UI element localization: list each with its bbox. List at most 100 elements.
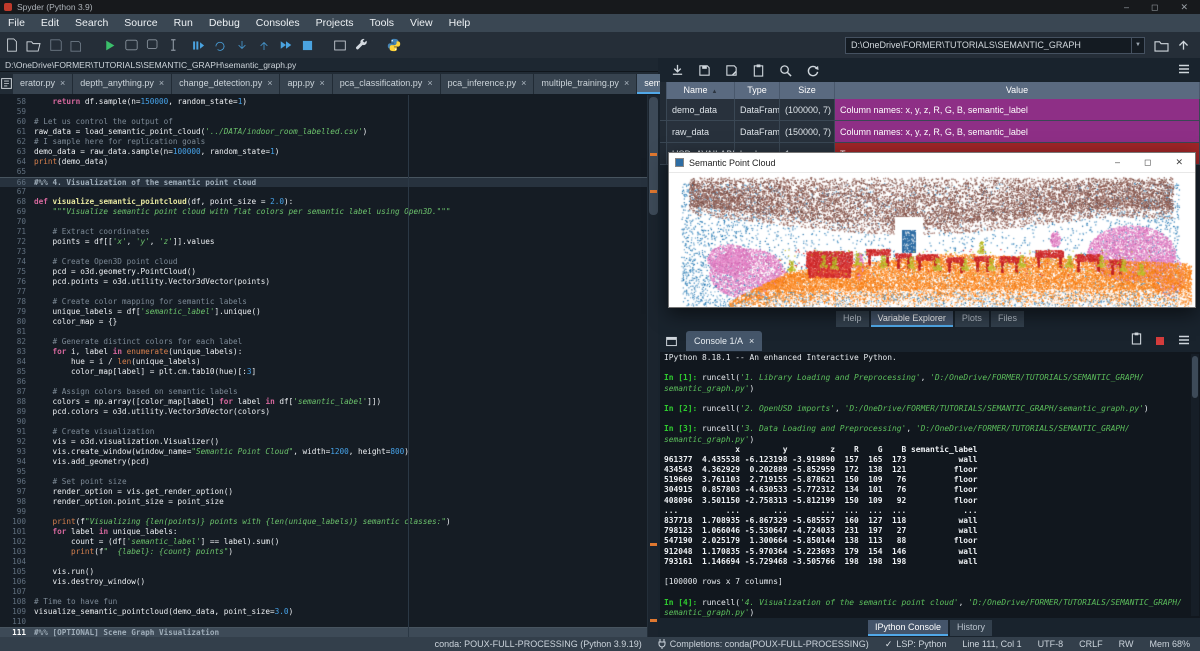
close-button[interactable]: ✕ — [1180, 0, 1188, 14]
save-icon[interactable] — [695, 61, 713, 79]
new-window-icon[interactable] — [660, 330, 682, 352]
tab-history[interactable]: History — [950, 619, 993, 636]
maximize-button[interactable]: ◻ — [1151, 0, 1158, 14]
clipboard-icon[interactable] — [749, 61, 767, 79]
table-row[interactable]: demo_dataDataFrame(100000, 7)Column name… — [660, 99, 1200, 121]
menu-edit[interactable]: Edit — [33, 14, 67, 32]
step-into-button[interactable] — [231, 35, 252, 56]
python-env-button[interactable] — [383, 35, 404, 56]
console-options-menu-icon[interactable] — [1178, 332, 1190, 350]
menu-projects[interactable]: Projects — [308, 14, 362, 32]
working-directory-combo[interactable]: ▼ — [845, 36, 1145, 54]
console-tab-close-icon[interactable]: × — [749, 336, 754, 346]
code-text: render_option = vis.get_render_option() — [34, 487, 234, 496]
menu-source[interactable]: Source — [116, 14, 165, 32]
editor-scrollbar[interactable] — [647, 95, 658, 637]
tab-help[interactable]: Help — [836, 311, 869, 327]
interrupt-kernel-button[interactable] — [1156, 337, 1164, 345]
run-button[interactable] — [99, 35, 120, 56]
tab-close-icon[interactable]: × — [320, 78, 325, 88]
tab-multiple_training.py[interactable]: multiple_training.py × — [534, 74, 637, 94]
code-line: 63 demo_data = raw_data.sample(n=100000, … — [0, 147, 658, 157]
column-header-size[interactable]: Size — [780, 82, 835, 99]
save-all-button[interactable] — [67, 35, 88, 56]
minimize-button[interactable]: – — [1124, 0, 1129, 14]
line-number: 101 — [12, 527, 26, 536]
menu-tools[interactable]: Tools — [362, 14, 403, 32]
menu-run[interactable]: Run — [166, 14, 201, 32]
menu-search[interactable]: Search — [67, 14, 116, 32]
pointcloud-render[interactable] — [669, 173, 1195, 307]
menu-consoles[interactable]: Consoles — [248, 14, 308, 32]
run-cell-and-advance-button[interactable] — [143, 35, 164, 56]
maximize-pane-button[interactable] — [329, 35, 350, 56]
stop-button[interactable] — [297, 35, 318, 56]
variable-explorer-options-menu-icon[interactable] — [1178, 61, 1200, 79]
code-editor[interactable]: 58 return df.sample(n=150000, random_sta… — [0, 95, 658, 637]
completions-status[interactable]: Completions: conda(POUX-FULL-PROCESSING) — [658, 639, 869, 649]
console-tab[interactable]: Console 1/A × — [686, 331, 763, 351]
open-file-button[interactable] — [23, 35, 44, 56]
preferences-button[interactable] — [351, 35, 372, 56]
console-line: 912048 1.170835 -5.970364 -5.223693 179 … — [664, 546, 978, 556]
chevron-down-icon[interactable]: ▼ — [1131, 37, 1144, 53]
continue-execution-button[interactable] — [275, 35, 296, 56]
tab-depth_anything.py[interactable]: depth_anything.py × — [73, 74, 172, 94]
debug-file-button[interactable] — [187, 35, 208, 56]
console-line: 519669 3.761103 2.719155 -5.878621 150 1… — [664, 475, 978, 485]
tab-close-icon[interactable]: × — [60, 78, 65, 88]
pc-close-button[interactable]: ✕ — [1175, 157, 1183, 168]
console-output[interactable]: IPython 8.18.1 -- An enhanced Interactiv… — [660, 352, 1200, 618]
browse-tabs-icon[interactable] — [0, 72, 13, 94]
tab-plots[interactable]: Plots — [954, 311, 989, 327]
editor-scrollbar-thumb[interactable] — [649, 97, 658, 215]
parent-directory-button[interactable] — [1173, 35, 1194, 56]
pointcloud-window[interactable]: Semantic Point Cloud – ◻ ✕ — [668, 152, 1196, 308]
tab-pca_classification.py[interactable]: pca_classification.py × — [332, 74, 440, 94]
browse-directory-button[interactable] — [1151, 35, 1172, 56]
tab-close-icon[interactable]: × — [267, 78, 272, 88]
table-row[interactable]: raw_dataDataFrame(150000, 7)Column names… — [660, 121, 1200, 143]
import-icon[interactable] — [668, 61, 686, 79]
column-header-value[interactable]: Value — [835, 82, 1200, 99]
tab-close-icon[interactable]: × — [427, 78, 432, 88]
tab-files[interactable]: Files — [990, 311, 1024, 327]
tab-ipython-console[interactable]: IPython Console — [867, 619, 949, 636]
console-line: 961377 4.435538 -6.123198 -3.919890 157 … — [664, 454, 978, 464]
working-directory-input[interactable] — [846, 40, 1131, 50]
save-button[interactable] — [45, 35, 66, 56]
tab-close-icon[interactable]: × — [624, 78, 629, 88]
conda-env-status[interactable]: conda: POUX-FULL-PROCESSING (Python 3.9.… — [435, 639, 642, 649]
line-number: 76 — [16, 277, 26, 286]
pc-maximize-button[interactable]: ◻ — [1144, 157, 1151, 168]
clipboard-icon[interactable] — [1131, 332, 1142, 350]
pointcloud-window-titlebar[interactable]: Semantic Point Cloud – ◻ ✕ — [669, 153, 1195, 173]
run-cell-button[interactable] — [121, 35, 142, 56]
run-selection-button[interactable] — [165, 35, 186, 56]
new-file-button[interactable] — [1, 35, 22, 56]
step-return-button[interactable] — [253, 35, 274, 56]
column-header-type[interactable]: Type — [735, 82, 780, 99]
tab-change_detection.py[interactable]: change_detection.py × — [172, 74, 280, 94]
search-icon[interactable] — [776, 61, 794, 79]
lsp-status[interactable]: ✓ LSP: Python — [885, 639, 947, 650]
menu-help[interactable]: Help — [441, 14, 479, 32]
pane-tabs: Help Variable Explorer Plots Files — [660, 308, 1200, 330]
tab-erator.py[interactable]: erator.py × — [13, 74, 73, 94]
menu-view[interactable]: View — [402, 14, 441, 32]
tab-variable-explorer[interactable]: Variable Explorer — [870, 311, 953, 327]
line-number: 92 — [16, 437, 26, 446]
menu-debug[interactable]: Debug — [201, 14, 248, 32]
console-line: 837718 1.708935 -6.867329 -5.685557 160 … — [664, 516, 978, 525]
tab-close-icon[interactable]: × — [521, 78, 526, 88]
column-header-name[interactable]: Name ▲ — [667, 82, 735, 99]
pc-minimize-button[interactable]: – — [1115, 157, 1120, 168]
menu-file[interactable]: File — [0, 14, 33, 32]
tab-pca_inference.py[interactable]: pca_inference.py × — [440, 74, 534, 94]
tab-close-icon[interactable]: × — [159, 78, 164, 88]
tab-app.py[interactable]: app.py × — [280, 74, 332, 94]
save-as-icon[interactable] — [722, 61, 740, 79]
refresh-icon[interactable] — [803, 61, 821, 79]
rerun-cell-button[interactable] — [209, 35, 230, 56]
console-scrollbar[interactable] — [1191, 354, 1199, 616]
